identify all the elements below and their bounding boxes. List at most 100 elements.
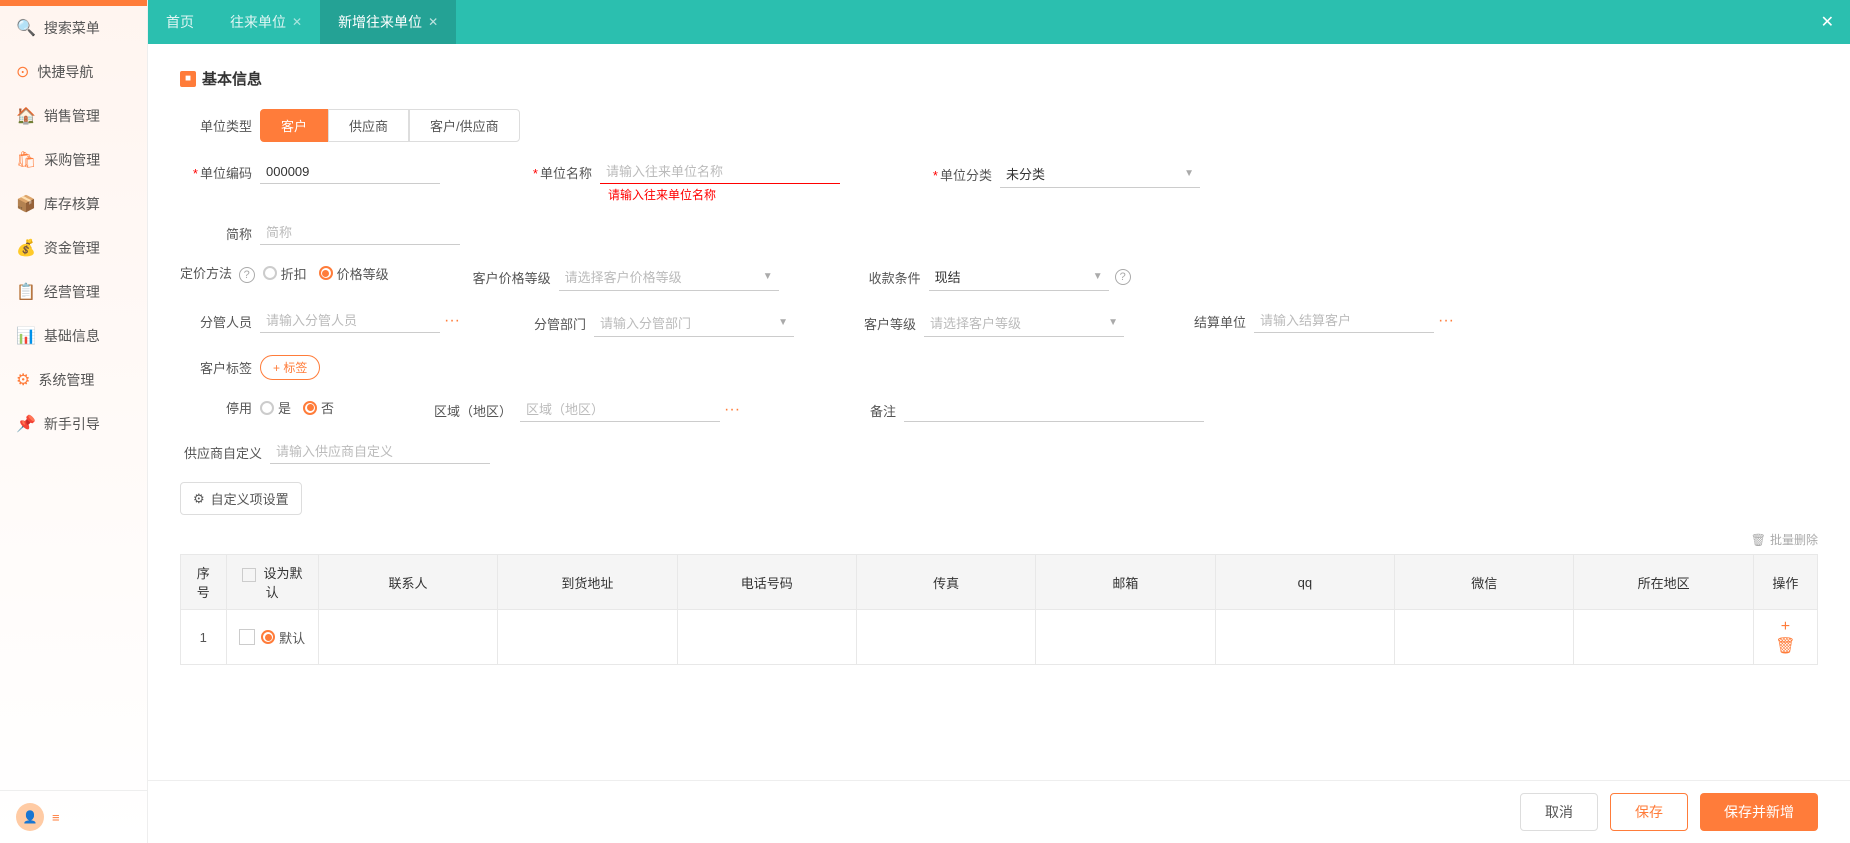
department-placeholder: 请输入分管部门: [600, 313, 778, 332]
region-table-input[interactable]: [1584, 630, 1742, 645]
department-label: 分管部门: [524, 314, 594, 333]
settlement-more-icon[interactable]: ···: [1434, 312, 1458, 330]
settlement-input[interactable]: [1254, 309, 1434, 333]
cell-qq[interactable]: [1215, 610, 1395, 665]
sidebar-item-operations[interactable]: 📋 经营管理: [0, 270, 147, 314]
sidebar-item-inventory-label: 库存核算: [44, 194, 100, 214]
type-btn-both[interactable]: 客户/供应商: [409, 109, 520, 142]
pricing-discount-circle: [263, 266, 277, 280]
sidebar-item-basic[interactable]: 📊 基础信息: [0, 314, 147, 358]
disabled-no-radio[interactable]: 否: [303, 398, 334, 417]
fax-input[interactable]: [867, 630, 1025, 645]
row-add-icon[interactable]: +: [1781, 618, 1790, 635]
region-input[interactable]: [520, 398, 720, 422]
customer-level-select[interactable]: 请选择客户等级 ▼: [924, 309, 1124, 337]
cell-phone[interactable]: [677, 610, 856, 665]
supplier-custom-input[interactable]: [270, 440, 490, 464]
pricing-help-icon[interactable]: ?: [239, 267, 255, 283]
wechat-input[interactable]: [1405, 630, 1563, 645]
bars-icon: ≡: [52, 810, 60, 825]
customer-level-label: 客户等级: [854, 314, 924, 333]
section-basic-info: ■ 基本信息: [180, 68, 1818, 89]
manager-more-icon[interactable]: ···: [440, 312, 464, 330]
avatar: 👤: [16, 803, 44, 831]
unit-name-input[interactable]: [600, 160, 840, 184]
tab-partner-list[interactable]: 往来单位 ✕: [212, 0, 320, 44]
cell-index: 1: [181, 610, 227, 665]
batch-delete-label[interactable]: 批量删除: [1770, 531, 1818, 548]
department-chevron: ▼: [778, 317, 788, 328]
sidebar-item-search-label: 搜索菜单: [44, 18, 100, 38]
payment-terms-help-icon[interactable]: ?: [1115, 269, 1131, 285]
customer-price-select[interactable]: 请选择客户价格等级 ▼: [559, 263, 779, 291]
payment-terms-select[interactable]: 现结 ▼: [929, 263, 1109, 291]
col-contact: 联系人: [318, 555, 497, 610]
address-input[interactable]: [508, 630, 666, 645]
sidebar-item-sales[interactable]: 🏠 销售管理: [0, 94, 147, 138]
region-more-icon[interactable]: ···: [720, 401, 744, 419]
disabled-field: 停用 是 否: [180, 398, 334, 417]
tab-add-partner[interactable]: 新增往来单位 ✕: [320, 0, 456, 44]
cancel-button[interactable]: 取消: [1520, 793, 1598, 831]
manager-input[interactable]: [260, 309, 440, 333]
contact-input[interactable]: [329, 630, 487, 645]
row-default-radio[interactable]: 默认: [261, 628, 305, 647]
tab-home[interactable]: 首页: [148, 0, 212, 44]
department-select[interactable]: 请输入分管部门 ▼: [594, 309, 794, 337]
tab-partner-list-close[interactable]: ✕: [292, 15, 302, 29]
table-header-row: 序号 设为默认 联系人 到货地址 电话号码 传真 邮箱 qq 微信 所在地区 操…: [181, 555, 1818, 610]
sidebar-item-quick-nav[interactable]: ⊙ 快捷导航: [0, 50, 147, 94]
pricing-discount-radio[interactable]: 折扣: [263, 264, 307, 283]
pricing-row: 定价方法 ? 折扣 价格等级 客户价格等级 请选择客户: [180, 263, 1818, 291]
cell-address[interactable]: [498, 610, 677, 665]
cell-default: 默认: [226, 610, 318, 665]
type-btn-customer[interactable]: 客户: [260, 109, 328, 142]
pricing-level-radio[interactable]: 价格等级: [319, 264, 389, 283]
disabled-yes-label: 是: [278, 398, 291, 417]
col-email: 邮箱: [1036, 555, 1215, 610]
remark-input[interactable]: [904, 398, 1204, 422]
tag-field: 客户标签 + 标签: [180, 355, 320, 380]
select-all-checkbox[interactable]: [242, 568, 256, 582]
sidebar-item-guide[interactable]: 📌 新手引导: [0, 402, 147, 446]
disabled-no-circle: [303, 401, 317, 415]
sidebar-item-purchase[interactable]: 🛍 采购管理: [0, 138, 147, 182]
unit-code-input[interactable]: [260, 160, 440, 184]
sidebar-item-system[interactable]: ⚙ 系统管理: [0, 358, 147, 402]
qq-input[interactable]: [1226, 630, 1385, 645]
save-new-button[interactable]: 保存并新增: [1700, 793, 1818, 831]
batch-delete-row: 🗑 批量删除: [180, 531, 1818, 548]
inventory-icon: 📦: [16, 194, 36, 214]
cell-contact[interactable]: [318, 610, 497, 665]
phone-input[interactable]: [688, 630, 846, 645]
custom-settings-button[interactable]: ⚙ 自定义项设置: [180, 482, 302, 515]
tag-row: 客户标签 + 标签: [180, 355, 1818, 380]
cell-region[interactable]: [1574, 610, 1753, 665]
tag-add-button[interactable]: + 标签: [260, 355, 320, 380]
unit-category-label: *单位分类: [920, 165, 1000, 184]
short-name-input[interactable]: [260, 221, 460, 245]
system-icon: ⚙: [16, 370, 30, 390]
sidebar-item-inventory[interactable]: 📦 库存核算: [0, 182, 147, 226]
save-button[interactable]: 保存: [1610, 793, 1688, 831]
pricing-discount-label: 折扣: [281, 264, 307, 283]
disabled-yes-radio[interactable]: 是: [260, 398, 291, 417]
email-input[interactable]: [1046, 630, 1204, 645]
department-field: 分管部门 请输入分管部门 ▼: [524, 309, 794, 337]
global-close-button[interactable]: ✕: [1805, 0, 1850, 44]
tab-add-partner-close[interactable]: ✕: [428, 15, 438, 29]
unit-name-label: *单位名称: [520, 163, 600, 182]
cell-fax[interactable]: [856, 610, 1035, 665]
col-wechat: 微信: [1395, 555, 1574, 610]
row-delete-icon[interactable]: 🗑: [1775, 638, 1795, 655]
sidebar-item-system-label: 系统管理: [38, 370, 94, 390]
type-btn-supplier[interactable]: 供应商: [328, 109, 409, 142]
sidebar-item-search[interactable]: 🔍 搜索菜单: [0, 6, 147, 50]
cell-email[interactable]: [1036, 610, 1215, 665]
disabled-radio-group: 是 否: [260, 398, 334, 417]
cell-wechat[interactable]: [1395, 610, 1574, 665]
sidebar-item-sales-label: 销售管理: [44, 106, 100, 126]
unit-category-select[interactable]: 未分类 ▼: [1000, 160, 1200, 188]
row-checkbox[interactable]: [239, 629, 255, 645]
sidebar-item-finance[interactable]: 💰 资金管理: [0, 226, 147, 270]
